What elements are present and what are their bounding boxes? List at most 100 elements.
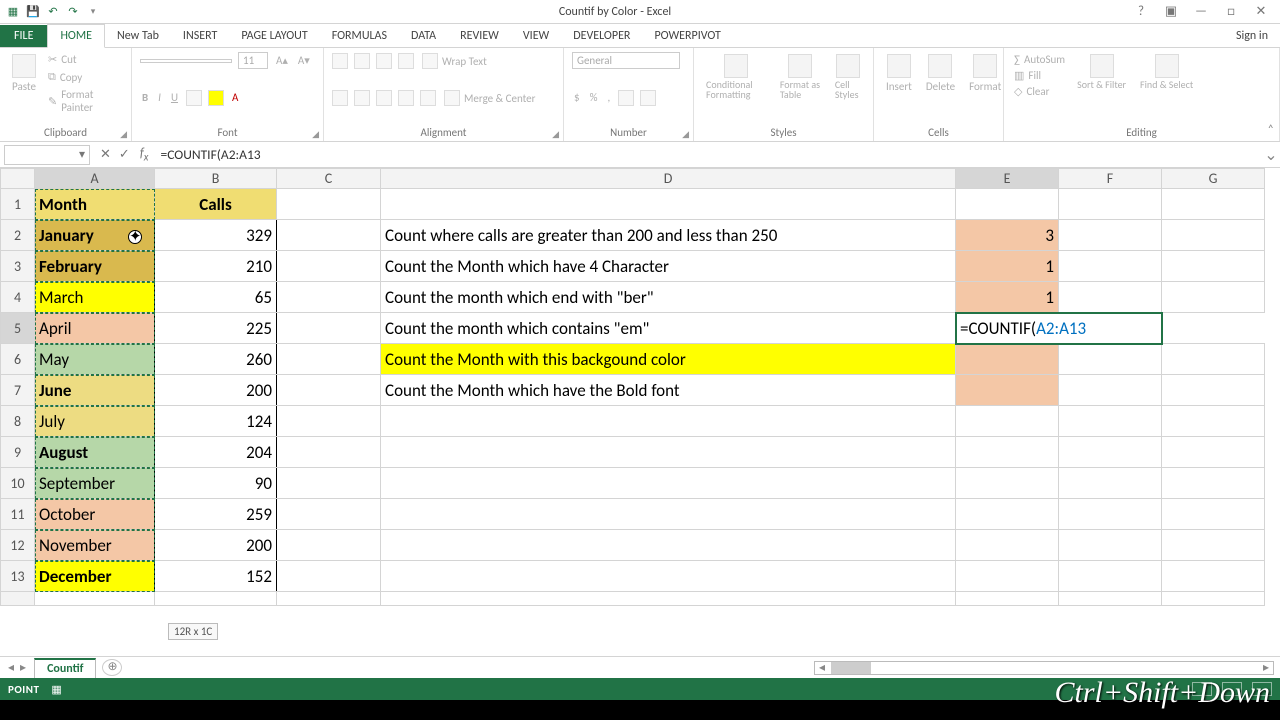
cell[interactable] — [1162, 530, 1265, 561]
cell[interactable] — [1059, 437, 1162, 468]
cell[interactable] — [277, 561, 381, 592]
dialog-launcher-icon[interactable]: ◢ — [682, 129, 689, 140]
maximize-icon[interactable]: □ — [1218, 4, 1244, 19]
cell[interactable]: 210 — [155, 251, 277, 282]
close-icon[interactable]: ✕ — [1248, 4, 1274, 19]
tab-data[interactable]: DATA — [399, 25, 448, 47]
col-header-F[interactable]: F — [1059, 169, 1162, 189]
copy-button[interactable]: ⧉Copy — [46, 69, 123, 85]
percent-format-icon[interactable]: % — [588, 90, 600, 105]
cell[interactable] — [381, 499, 956, 530]
cell[interactable] — [1162, 499, 1265, 530]
tab-powerpivot[interactable]: POWERPIVOT — [642, 25, 732, 47]
tab-insert[interactable]: INSERT — [171, 25, 229, 47]
cell[interactable]: 152 — [155, 561, 277, 592]
dialog-launcher-icon[interactable]: ◢ — [312, 129, 319, 140]
cell[interactable] — [1162, 406, 1265, 437]
row-header[interactable]: 7 — [1, 375, 35, 406]
bold-button[interactable]: B — [140, 90, 150, 105]
worksheet-grid[interactable]: A B C D E F G 1MonthCalls2January329Coun… — [0, 168, 1280, 656]
cell[interactable]: Count where calls are greater than 200 a… — [381, 220, 956, 251]
align-bottom-icon[interactable] — [376, 53, 392, 69]
sheet-nav-next-icon[interactable]: ▸ — [20, 660, 26, 675]
cell[interactable] — [1162, 437, 1265, 468]
cut-button[interactable]: ✂Cut — [46, 52, 123, 67]
dialog-launcher-icon[interactable]: ◢ — [120, 129, 127, 140]
cell[interactable] — [1162, 220, 1265, 251]
cell[interactable] — [1059, 468, 1162, 499]
cell[interactable]: 3 — [956, 220, 1059, 251]
qat-more-icon[interactable]: ▾ — [84, 3, 102, 21]
tab-newtab[interactable]: New Tab — [105, 25, 171, 47]
decrease-font-icon[interactable]: A▾ — [296, 53, 312, 68]
select-all-corner[interactable] — [1, 169, 35, 189]
cell[interactable] — [1059, 344, 1162, 375]
row-header[interactable]: 11 — [1, 499, 35, 530]
cell[interactable]: July — [35, 406, 155, 437]
collapse-ribbon-icon[interactable]: ˄ — [1268, 123, 1274, 137]
row-header[interactable]: 10 — [1, 468, 35, 499]
help-icon[interactable]: ? — [1128, 4, 1154, 19]
cell[interactable] — [1162, 375, 1265, 406]
font-size-select[interactable]: 11 — [238, 52, 268, 69]
cell[interactable] — [277, 499, 381, 530]
cell[interactable]: 1 — [956, 282, 1059, 313]
cell[interactable] — [277, 313, 381, 344]
align-middle-icon[interactable] — [354, 53, 370, 69]
cell[interactable]: Count the Month which have 4 Character — [381, 251, 956, 282]
cell[interactable]: September — [35, 468, 155, 499]
row-header[interactable]: 3 — [1, 251, 35, 282]
conditional-formatting-button[interactable]: Conditional Formatting — [702, 52, 770, 102]
cell[interactable] — [277, 406, 381, 437]
row-header[interactable]: 1 — [1, 189, 35, 220]
cancel-formula-icon[interactable]: ✕ — [100, 147, 111, 162]
row-header[interactable]: 12 — [1, 530, 35, 561]
delete-cells-button[interactable]: Delete — [922, 52, 959, 95]
cell[interactable] — [277, 344, 381, 375]
cell[interactable]: 90 — [155, 468, 277, 499]
cell[interactable]: 200 — [155, 530, 277, 561]
cell[interactable] — [1162, 282, 1265, 313]
cell[interactable] — [277, 251, 381, 282]
cell[interactable] — [956, 406, 1059, 437]
col-header-D[interactable]: D — [381, 169, 956, 189]
cell[interactable] — [1059, 282, 1162, 313]
cell[interactable] — [956, 499, 1059, 530]
cell[interactable] — [1162, 251, 1265, 282]
cell[interactable] — [1162, 468, 1265, 499]
save-icon[interactable]: 💾 — [24, 3, 42, 21]
cell[interactable]: Count the Month which have the Bold font — [381, 375, 956, 406]
borders-icon[interactable] — [186, 90, 202, 106]
cell[interactable]: 124 — [155, 406, 277, 437]
name-box[interactable]: ▾ — [4, 145, 90, 165]
find-select-button[interactable]: Find & Select — [1136, 52, 1197, 92]
autosum-button[interactable]: ∑AutoSum — [1012, 52, 1067, 67]
format-as-table-button[interactable]: Format as Table — [776, 52, 825, 102]
tab-pagelayout[interactable]: PAGE LAYOUT — [229, 25, 319, 47]
cell[interactable] — [277, 530, 381, 561]
cell[interactable] — [1059, 189, 1162, 220]
row-header[interactable]: 13 — [1, 561, 35, 592]
increase-font-icon[interactable]: A▴ — [274, 53, 290, 68]
fill-button[interactable]: ▥Fill — [1012, 68, 1067, 83]
italic-button[interactable]: I — [156, 90, 163, 105]
format-cells-button[interactable]: Format — [965, 52, 1005, 95]
active-cell[interactable]: =COUNTIF(A2:A13COUNTIF(range, criteria) — [956, 313, 1162, 344]
merge-center-button[interactable]: Merge & Center — [442, 89, 538, 107]
cell[interactable] — [1059, 406, 1162, 437]
number-format-select[interactable]: General — [572, 52, 680, 69]
cell[interactable]: August — [35, 437, 155, 468]
cell[interactable]: Calls — [155, 189, 277, 220]
decrease-indent-icon[interactable] — [398, 90, 414, 106]
cell[interactable]: October — [35, 499, 155, 530]
clear-button[interactable]: ◇Clear — [1012, 84, 1067, 99]
col-header-A[interactable]: A — [35, 169, 155, 189]
cell[interactable]: February — [35, 251, 155, 282]
sign-in-link[interactable]: Sign in — [1224, 25, 1280, 47]
cell[interactable] — [277, 437, 381, 468]
horizontal-scrollbar[interactable]: ◂▸ — [814, 661, 1274, 675]
cell[interactable]: Count the month which contains "em" — [381, 313, 956, 344]
row-header[interactable]: 2 — [1, 220, 35, 251]
cell[interactable] — [1162, 189, 1265, 220]
col-header-B[interactable]: B — [155, 169, 277, 189]
